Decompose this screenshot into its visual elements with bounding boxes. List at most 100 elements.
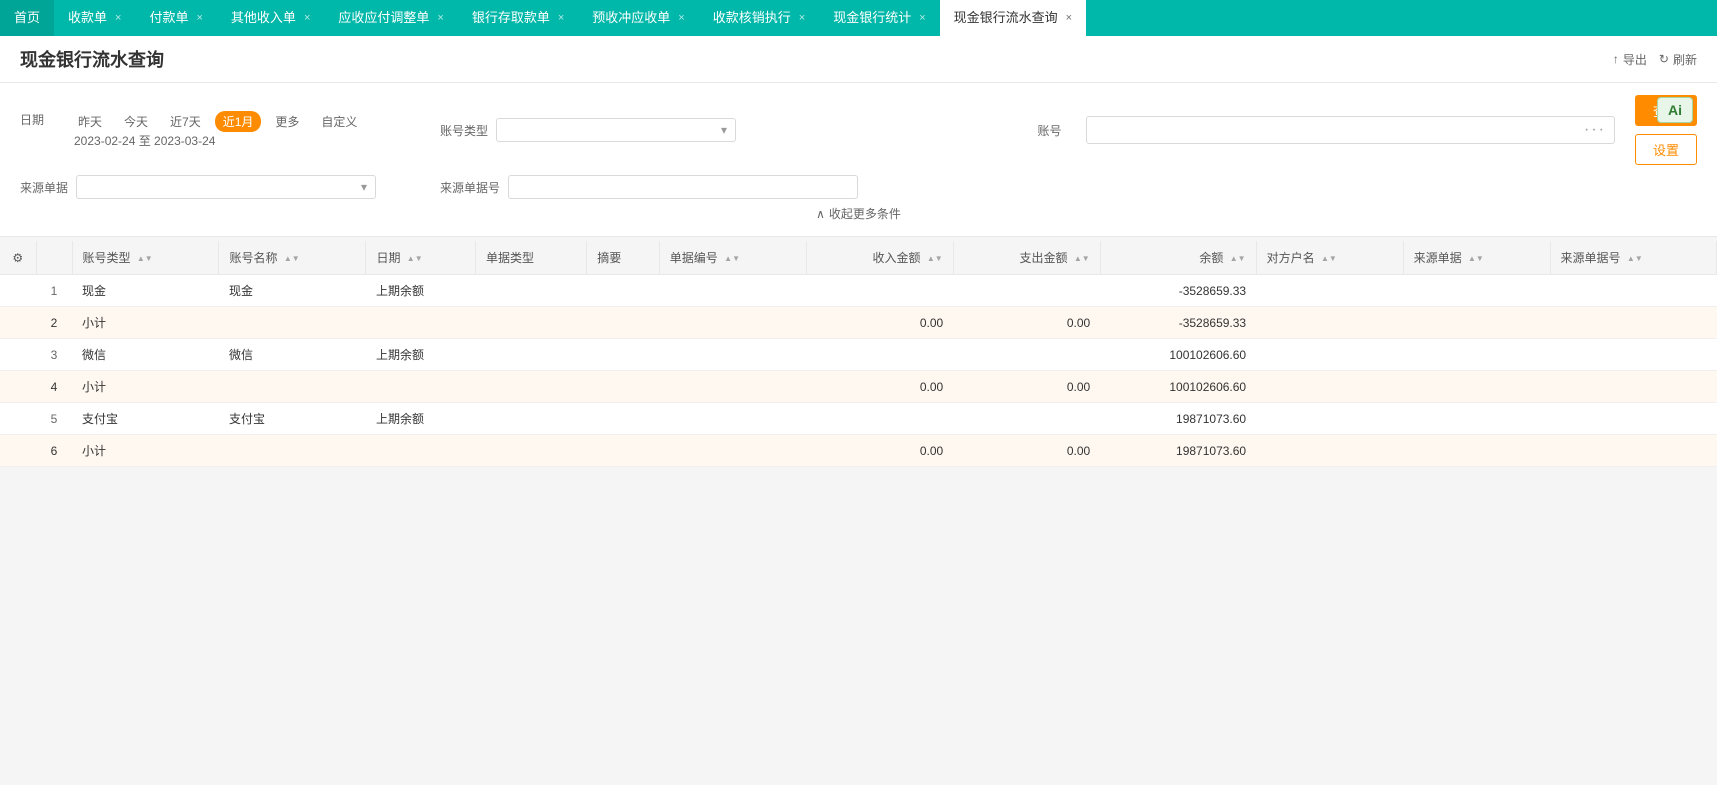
refresh-button[interactable]: ↻ 刷新	[1659, 51, 1697, 68]
nav-close-prepayment[interactable]: ×	[678, 0, 684, 36]
cell-income	[806, 403, 953, 435]
export-button[interactable]: ↑ 导出	[1613, 51, 1647, 68]
nav-close-ar-ap-adjust[interactable]: ×	[437, 0, 443, 36]
th-balance-label: 余额	[1199, 251, 1223, 265]
row-index: 4	[36, 371, 72, 403]
date-btn-more[interactable]: 更多	[267, 111, 307, 132]
table-row: 3微信微信上期余额100102606.60	[0, 339, 1717, 371]
cell-source_doc	[1403, 307, 1550, 339]
cell-income: 0.00	[806, 371, 953, 403]
th-gear[interactable]: ⚙	[0, 241, 36, 275]
th-counterparty[interactable]: 对方户名 ▲▼	[1256, 241, 1403, 275]
th-expense[interactable]: 支出金额 ▲▼	[953, 241, 1100, 275]
th-doc-no[interactable]: 单据编号 ▲▼	[659, 241, 806, 275]
cell-source_doc	[1403, 435, 1550, 467]
cell-counterparty	[1256, 371, 1403, 403]
source-doc-num-label: 来源单据号	[440, 179, 500, 196]
nav-close-receipt[interactable]: ×	[115, 0, 121, 36]
cell-doc_type	[476, 371, 587, 403]
nav-close-collection-exec[interactable]: ×	[799, 0, 805, 36]
th-summary-label: 摘要	[597, 251, 621, 265]
date-btn-today[interactable]: 今天	[116, 111, 156, 132]
date-label: 日期	[20, 111, 60, 128]
date-range: 2023-02-24 至 2023-03-24	[74, 132, 365, 149]
cell-expense: 0.00	[953, 371, 1100, 403]
nav-collection-exec[interactable]: 收款核销执行 ×	[699, 0, 819, 36]
nav-bank-deposit[interactable]: 银行存取款单 ×	[458, 0, 578, 36]
nav-payment[interactable]: 付款单 ×	[135, 0, 216, 36]
th-source-doc-no[interactable]: 来源单据号 ▲▼	[1550, 241, 1716, 275]
table-row: 4小计0.000.00100102606.60	[0, 371, 1717, 403]
cell-account_name: 现金	[219, 275, 366, 307]
cell-source_doc_no	[1550, 339, 1716, 371]
th-account-name[interactable]: 账号名称 ▲▼	[219, 241, 366, 275]
nav-close-other-income[interactable]: ×	[304, 0, 310, 36]
date-btn-1month[interactable]: 近1月	[215, 111, 262, 132]
header-actions: ↑ 导出 ↻ 刷新	[1613, 51, 1697, 68]
cell-counterparty	[1256, 403, 1403, 435]
date-options: 昨天 今天 近7天 近1月 更多 自定义	[70, 111, 365, 132]
cell-source_doc	[1403, 339, 1550, 371]
th-income[interactable]: 收入金额 ▲▼	[806, 241, 953, 275]
cell-source_doc	[1403, 403, 1550, 435]
cell-balance: -3528659.33	[1100, 307, 1256, 339]
cell-summary	[587, 339, 660, 371]
th-source-doc[interactable]: 来源单据 ▲▼	[1403, 241, 1550, 275]
nav-cash-bank-flow[interactable]: 现金银行流水查询 ×	[940, 0, 1086, 36]
chevron-down-icon: ▾	[721, 123, 727, 137]
nav-close-payment[interactable]: ×	[196, 0, 202, 36]
cell-balance: 19871073.60	[1100, 435, 1256, 467]
cell-account_type: 微信	[72, 339, 219, 371]
cell-doc_type	[476, 435, 587, 467]
th-income-label: 收入金额	[873, 251, 921, 265]
date-btn-custom[interactable]: 自定义	[313, 111, 365, 132]
cell-account_type: 小计	[72, 435, 219, 467]
row-gear	[0, 435, 36, 467]
nav-close-cash-bank-stats[interactable]: ×	[919, 0, 925, 36]
cell-account_type: 现金	[72, 275, 219, 307]
cell-doc_no	[659, 275, 806, 307]
nav-ar-ap-adjust[interactable]: 应收应付调整单 ×	[324, 0, 457, 36]
nav-close-cash-bank-flow[interactable]: ×	[1066, 0, 1072, 36]
cell-summary	[587, 275, 660, 307]
account-more-dots[interactable]: ···	[1584, 121, 1606, 139]
row-index: 2	[36, 307, 72, 339]
collapse-bar[interactable]: ∧ 收起更多条件	[20, 199, 1697, 224]
account-type-label: 账号类型	[440, 122, 488, 139]
source-doc-num-input[interactable]	[508, 175, 858, 199]
th-date[interactable]: 日期 ▲▼	[366, 241, 476, 275]
date-btn-yesterday[interactable]: 昨天	[70, 111, 110, 132]
cell-source_doc_no	[1550, 307, 1716, 339]
settings-button[interactable]: 设置	[1635, 134, 1697, 165]
cell-expense: 0.00	[953, 435, 1100, 467]
date-btn-7days[interactable]: 近7天	[162, 111, 209, 132]
nav-other-income[interactable]: 其他收入单 ×	[217, 0, 324, 36]
table-row: 6小计0.000.0019871073.60	[0, 435, 1717, 467]
cell-source_doc_no	[1550, 275, 1716, 307]
nav-home[interactable]: 首页	[0, 0, 54, 36]
refresh-icon: ↻	[1659, 52, 1669, 66]
source-doc-select[interactable]: ▾	[76, 175, 376, 199]
cell-doc_type	[476, 275, 587, 307]
nav-prepayment[interactable]: 预收冲应收单 ×	[578, 0, 698, 36]
cell-source_doc	[1403, 371, 1550, 403]
cell-date: 上期余额	[366, 275, 476, 307]
page-title: 现金银行流水查询	[20, 46, 164, 72]
chevron-down-source-icon: ▾	[361, 180, 367, 194]
th-balance[interactable]: 余额 ▲▼	[1100, 241, 1256, 275]
cell-doc_no	[659, 307, 806, 339]
account-type-select[interactable]: ▾	[496, 118, 736, 142]
row-index: 5	[36, 403, 72, 435]
account-label: 账号	[1038, 122, 1078, 139]
cell-summary	[587, 403, 660, 435]
table-row: 5支付宝支付宝上期余额19871073.60	[0, 403, 1717, 435]
table-area: ⚙ 账号类型 ▲▼ 账号名称 ▲▼ 日期 ▲▼ 单据类型 摘	[0, 241, 1717, 467]
nav-cash-bank-stats[interactable]: 现金银行统计 ×	[819, 0, 939, 36]
data-table: ⚙ 账号类型 ▲▼ 账号名称 ▲▼ 日期 ▲▼ 单据类型 摘	[0, 241, 1717, 467]
cell-date	[366, 435, 476, 467]
sort-icon-source-doc-no: ▲▼	[1627, 255, 1643, 263]
ai-badge[interactable]: Ai	[1657, 97, 1693, 123]
nav-close-bank-deposit[interactable]: ×	[558, 0, 564, 36]
nav-receipt[interactable]: 收款单 ×	[54, 0, 135, 36]
th-account-type[interactable]: 账号类型 ▲▼	[72, 241, 219, 275]
